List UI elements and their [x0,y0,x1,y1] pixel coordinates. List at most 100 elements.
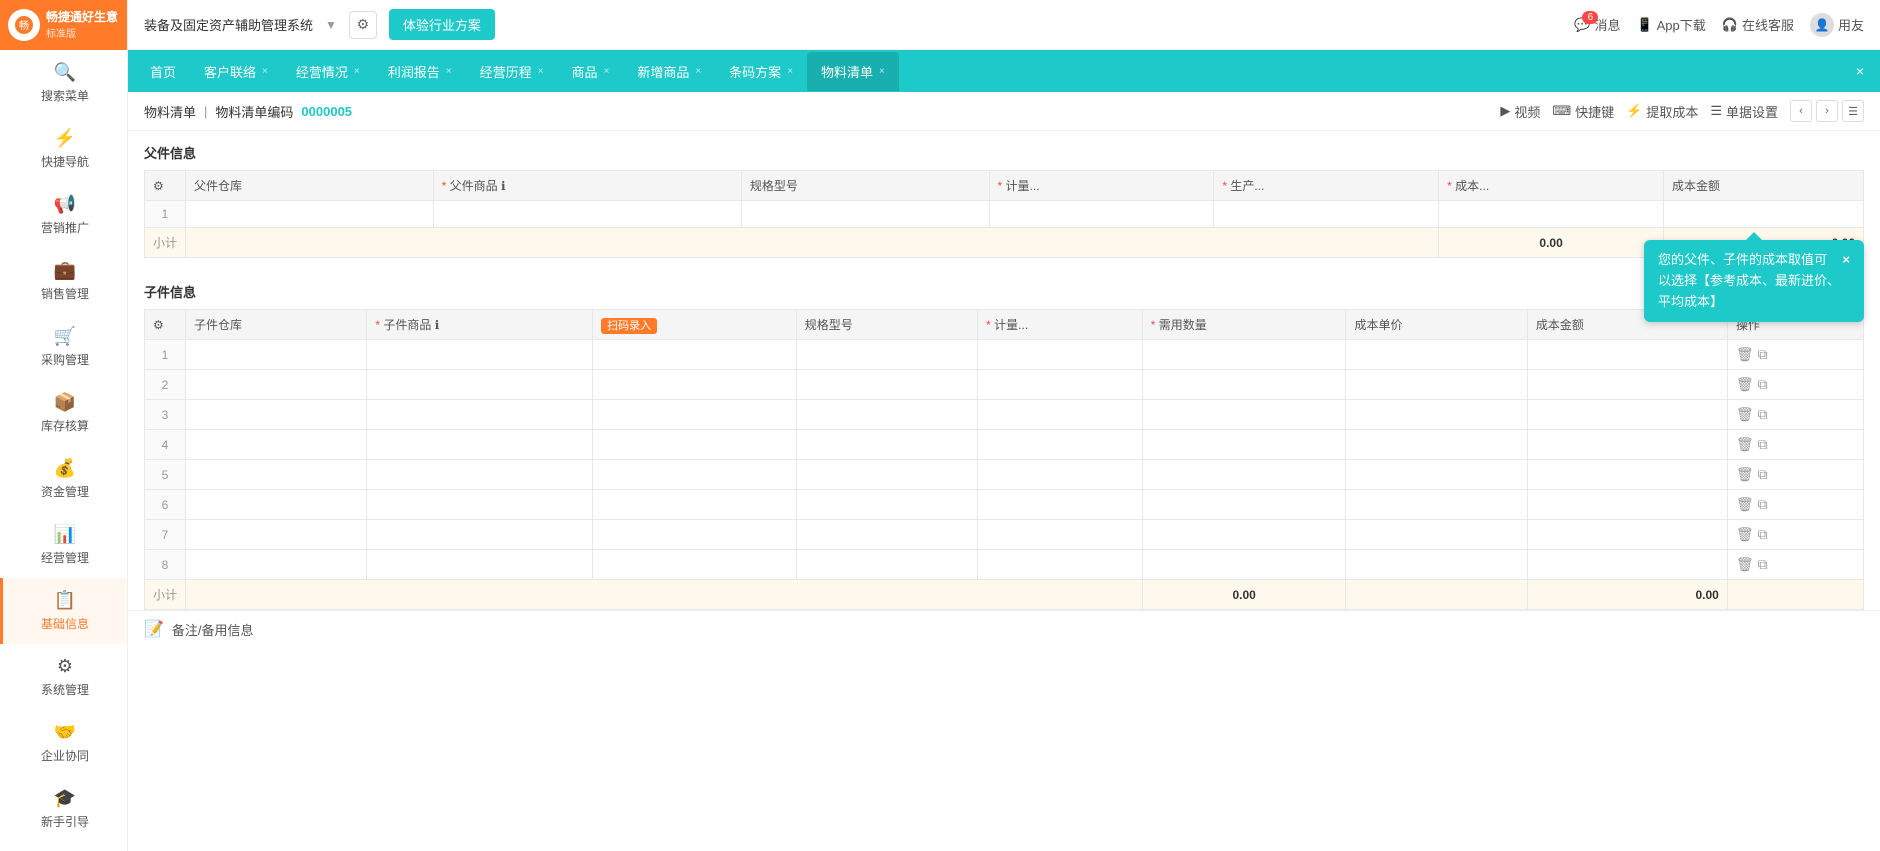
shortcut-icon: ⌨ [1552,103,1571,119]
tab-history[interactable]: 经营历程 × [466,52,558,91]
sidebar-item-guide[interactable]: 🎓 新手引导 [0,776,127,842]
child-row1-spec[interactable] [796,340,977,370]
tooltip-close-button[interactable]: × [1842,250,1850,271]
list-view-button[interactable]: ☰ [1842,100,1864,122]
tab-customer[interactable]: 客户联络 × [190,52,282,91]
child-row2-product[interactable] [367,370,593,400]
tab-profit-close[interactable]: × [446,66,452,77]
delete-icon[interactable]: 🗑 [1736,556,1754,573]
sidebar-item-finance[interactable]: 💰 资金管理 [0,446,127,512]
child-row1-warehouse[interactable] [186,340,367,370]
parent-cell-warehouse[interactable] [186,201,434,228]
shortcut-button[interactable]: ⌨ 快捷键 [1552,102,1614,121]
child-row2-price[interactable] [1346,370,1527,400]
tab-product-close[interactable]: × [603,66,609,77]
sidebar-item-inventory[interactable]: 📦 库存核算 [0,380,127,446]
child-row1-price[interactable] [1346,340,1527,370]
tab-new-product[interactable]: 新增商品 × [623,52,715,91]
parent-col-gear[interactable]: ⚙ [145,171,186,201]
child-row1-product[interactable] [367,340,593,370]
parent-col-spec: 规格型号 [741,171,989,201]
tab-newprod-close[interactable]: × [695,66,701,77]
sidebar-item-search[interactable]: 🔍 搜索菜单 [0,50,127,116]
child-row1-unit[interactable] [978,340,1143,370]
table-row: 1 🗑 ⧉ [145,340,1864,370]
user-button[interactable]: 👤 用友 [1810,13,1864,37]
tab-ops-close[interactable]: × [354,66,360,77]
extract-cost-button[interactable]: ⚡ 提取成本 [1626,102,1698,121]
tooltip-popup: × 您的父件、子件的成本取值可以选择【参考成本、最新进价、平均成本】 [1644,240,1864,322]
parent-section: 父件信息 ⚙ 父件仓库 * 父件商品 ℹ 规格型号 * 计量... * 生产..… [128,131,1880,258]
message-button[interactable]: 💬 6 消息 [1574,15,1620,34]
copy-icon[interactable]: ⧉ [1758,436,1768,453]
delete-icon[interactable]: 🗑 [1736,436,1754,453]
tab-profit[interactable]: 利润报告 × [374,52,466,91]
copy-icon[interactable]: ⧉ [1758,376,1768,393]
child-row1-qty[interactable] [1142,340,1346,370]
tab-bom[interactable]: 物料清单 × [807,52,899,91]
content-area: 物料清单 | 物料清单编码 0000005 ▶ 视频 ⌨ 快捷键 ⚡ 提取成本 [128,92,1880,851]
child-table: ⚙ 子件仓库 * 子件商品 ℹ 扫码录入 规格型号 * 计量... * 需用数量… [144,309,1864,610]
parent-cell-unit[interactable] [989,201,1214,228]
sidebar-item-operations[interactable]: 📊 经营管理 [0,512,127,578]
tab-operations-status[interactable]: 经营情况 × [282,52,374,91]
online-service-button[interactable]: 🎧 在线客服 [1722,15,1794,34]
parent-col-amount: 成本金额 [1664,171,1864,201]
sidebar-item-enterprise[interactable]: 🤝 企业协同 [0,710,127,776]
close-all-tabs[interactable]: × [1848,59,1872,83]
settings-button[interactable]: ⚙ [349,11,377,39]
tab-history-close[interactable]: × [538,66,544,77]
child-row2-spec[interactable] [796,370,977,400]
video-button[interactable]: ▶ 视频 [1500,102,1540,121]
sidebar-item-sales[interactable]: 💼 销售管理 [0,248,127,314]
tab-product[interactable]: 商品 × [557,52,623,91]
child-col-scan[interactable]: 扫码录入 [593,310,797,340]
copy-icon[interactable]: ⧉ [1758,496,1768,513]
bottom-bar[interactable]: 📝 备注/备用信息 [128,610,1880,647]
copy-icon[interactable]: ⧉ [1758,466,1768,483]
child-col-product: * 子件商品 ℹ [367,310,593,340]
next-page-button[interactable]: › [1816,100,1838,122]
tab-newprod-label: 新增商品 [637,62,689,81]
child-row2-warehouse[interactable] [186,370,367,400]
parent-cell-produce[interactable] [1214,201,1439,228]
copy-icon[interactable]: ⧉ [1758,406,1768,423]
single-settings-button[interactable]: ☰ 单据设置 [1710,102,1778,121]
child-col-gear[interactable]: ⚙ [145,310,186,340]
copy-icon[interactable]: ⧉ [1758,346,1768,363]
tab-customer-close[interactable]: × [262,66,268,77]
delete-icon[interactable]: 🗑 [1736,466,1754,483]
child-row2-unit[interactable] [978,370,1143,400]
delete-icon[interactable]: 🗑 [1736,346,1754,363]
child-row1-amount [1527,340,1727,370]
parent-cell-spec[interactable] [741,201,989,228]
copy-icon[interactable]: ⧉ [1758,556,1768,573]
breadcrumb-current: 物料清单 [144,102,196,121]
trial-button[interactable]: 体验行业方案 [389,9,495,40]
tab-barcode-close[interactable]: × [787,66,793,77]
tab-home[interactable]: 首页 [136,52,190,91]
delete-icon[interactable]: 🗑 [1736,526,1754,543]
sidebar-item-marketing[interactable]: 📢 营销推广 [0,182,127,248]
copy-icon[interactable]: ⧉ [1758,526,1768,543]
sidebar-item-quicknav[interactable]: ⚡ 快捷导航 [0,116,127,182]
tab-bom-close[interactable]: × [879,66,885,77]
parent-cell-product[interactable] [433,201,741,228]
download-icon: 📱 [1636,17,1652,33]
sidebar-item-purchase[interactable]: 🛒 采购管理 [0,314,127,380]
delete-icon[interactable]: 🗑 [1736,376,1754,393]
tab-barcode[interactable]: 条码方案 × [715,52,807,91]
prev-page-button[interactable]: ‹ [1790,100,1812,122]
purchase-icon: 🛒 [54,326,76,347]
breadcrumb-code-label: 物料清单编码 [215,102,293,121]
sidebar-item-basic[interactable]: 📋 基础信息 [0,578,127,644]
sidebar-item-system[interactable]: ⚙ 系统管理 [0,644,127,710]
delete-icon[interactable]: 🗑 [1736,406,1754,423]
child-row3-action: 🗑 ⧉ [1727,400,1863,430]
child-row2-qty[interactable] [1142,370,1346,400]
delete-icon[interactable]: 🗑 [1736,496,1754,513]
child-subtotal-qty: 0.00 [1142,580,1346,610]
app-download-button[interactable]: 📱 App下载 [1636,15,1705,34]
parent-cell-cost[interactable] [1439,201,1664,228]
parent-col-cost: * 成本... [1439,171,1664,201]
